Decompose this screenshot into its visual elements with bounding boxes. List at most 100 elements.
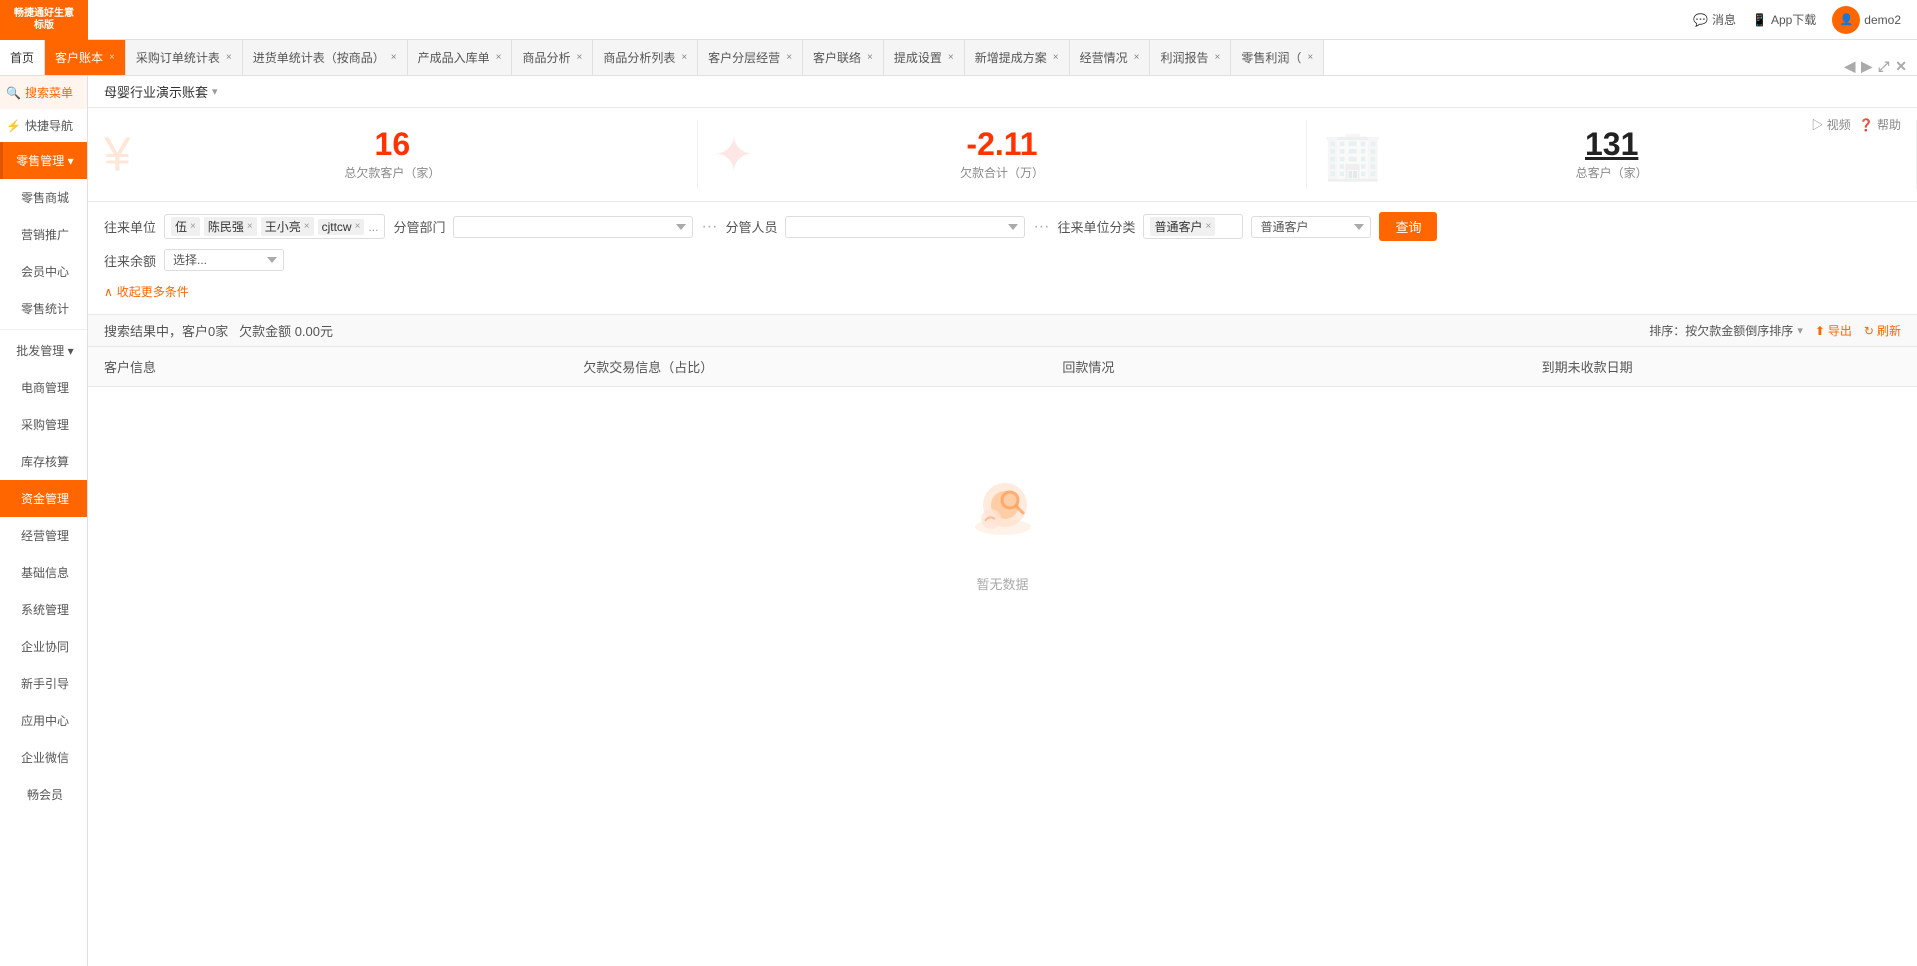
tab-close-product-inbound[interactable]: ×	[496, 52, 502, 63]
logo-area: 畅捷通好生意 标版	[0, 0, 88, 40]
person-filter-dots[interactable]: ···	[1033, 218, 1049, 236]
tab-promote-settings[interactable]: 提成设置 ×	[884, 40, 965, 75]
tab-close-retail-profit[interactable]: ×	[1307, 52, 1313, 63]
video-btn[interactable]: ▷ 视频	[1811, 116, 1850, 133]
sort-btn[interactable]: 排序：按欠款金额倒序排序 ▾	[1649, 322, 1803, 339]
sidebar-label-newbie: 新手引导	[21, 677, 69, 691]
tag-close-chen[interactable]: ×	[247, 221, 253, 232]
tab-close-promote-settings[interactable]: ×	[948, 52, 954, 63]
unit-class-tag-label: 普通客户	[1154, 218, 1202, 235]
tab-close-all-btn[interactable]: ✕	[1893, 58, 1909, 75]
tab-product-analysis[interactable]: 商品分析 ×	[512, 40, 593, 75]
unit-tag-cjttcw[interactable]: cjttcw ×	[318, 219, 365, 235]
account-dropdown[interactable]: 母婴行业演示账套 ▾	[104, 82, 218, 101]
tab-close-customer-tier[interactable]: ×	[786, 52, 792, 63]
tab-customer-tier[interactable]: 客户分层经营 ×	[698, 40, 803, 75]
unit-class-tag-group[interactable]: 普通客户 ×	[1143, 214, 1243, 239]
dept-filter-dots[interactable]: ···	[701, 218, 717, 236]
app-header-right: 💬 消息 📱 App下载 👤 demo2	[88, 0, 1917, 40]
tab-business-status[interactable]: 经营情况 ×	[1070, 40, 1151, 75]
sidebar-item-purchase[interactable]: 采购管理	[0, 406, 87, 443]
unit-tag-wu[interactable]: 伍 ×	[171, 217, 200, 236]
sidebar-item-retail-stats[interactable]: 零售统计	[0, 290, 87, 327]
sidebar-item-basic-info[interactable]: 基础信息	[0, 554, 87, 591]
tab-close-inbound-stats[interactable]: ×	[391, 52, 397, 63]
sidebar-item-enterprise[interactable]: 企业协同	[0, 628, 87, 665]
export-icon: ⬆	[1815, 324, 1825, 338]
person-filter-label: 分管人员	[725, 217, 777, 236]
sidebar-item-retail-mall[interactable]: 零售商城	[0, 179, 87, 216]
tab-close-business-status[interactable]: ×	[1134, 52, 1140, 63]
tag-close-wu[interactable]: ×	[190, 221, 196, 232]
sidebar-item-apps[interactable]: 应用中心	[0, 702, 87, 739]
app-download-label: App下载	[1771, 11, 1816, 28]
refresh-label: 刷新	[1877, 322, 1901, 339]
chevron-icon-retail: ▾	[68, 154, 74, 168]
tab-product-analysis-list[interactable]: 商品分析列表 ×	[593, 40, 698, 75]
collapse-filters-btn[interactable]: ∧ 收起更多条件	[104, 279, 1901, 304]
unit-tag-chen[interactable]: 陈民强 ×	[204, 217, 257, 236]
tab-customer-contact[interactable]: 客户联络 ×	[803, 40, 884, 75]
sidebar-item-system[interactable]: 系统管理	[0, 591, 87, 628]
sidebar-item-retail[interactable]: 零售管理 ▾	[0, 142, 87, 179]
dept-select[interactable]	[453, 216, 693, 238]
tab-expand-btn[interactable]: ⤢	[1876, 58, 1891, 75]
sidebar: 🔍 搜索菜单 ⚡ 快捷导航 零售管理 ▾ 零售商城 营销推广 会员中心 零售统计…	[0, 76, 88, 966]
tab-retail-profit[interactable]: 零售利润（ ×	[1231, 40, 1324, 75]
tab-close-customer-contact[interactable]: ×	[867, 52, 873, 63]
sidebar-label-ecommerce: 电商管理	[21, 381, 69, 395]
tab-product-inbound[interactable]: 产成品入库单 ×	[408, 40, 513, 75]
user-avatar-btn[interactable]: 👤 demo2	[1832, 6, 1901, 34]
unit-tag-wang[interactable]: 王小亮 ×	[261, 217, 314, 236]
tab-prev-btn[interactable]: ◀	[1843, 58, 1858, 75]
tag-close-cjttcw[interactable]: ×	[355, 221, 361, 232]
sidebar-item-capital[interactable]: 资金管理	[0, 480, 87, 517]
tab-close-new-promote-plan[interactable]: ×	[1053, 52, 1059, 63]
unit-class-select[interactable]: 普通客户	[1251, 216, 1371, 238]
tab-close-product-analysis[interactable]: ×	[576, 52, 582, 63]
sidebar-search[interactable]: 🔍 搜索菜单	[0, 76, 87, 109]
stat-top-right: ▷ 视频 ❓ 帮助	[1811, 116, 1901, 133]
tab-label-product-inbound: 产成品入库单	[418, 49, 490, 66]
tab-label-customer-capital: 客户账本	[55, 49, 103, 66]
refresh-btn[interactable]: ↻ 刷新	[1864, 322, 1901, 339]
sidebar-item-newbie[interactable]: 新手引导	[0, 665, 87, 702]
tag-close-wang[interactable]: ×	[304, 221, 310, 232]
tag-label-cjttcw: cjttcw	[322, 220, 352, 234]
unit-tag-group[interactable]: 伍 × 陈民强 × 王小亮 × cjttcw × ...	[164, 214, 385, 239]
tab-new-promote-plan[interactable]: 新增提成方案 ×	[965, 40, 1070, 75]
tab-profit-report[interactable]: 利润报告 ×	[1150, 40, 1231, 75]
sidebar-item-operations[interactable]: 经营管理	[0, 517, 87, 554]
sidebar-item-member[interactable]: 会员中心	[0, 253, 87, 290]
tab-home[interactable]: 首页	[0, 40, 45, 75]
tab-close-purchase-order[interactable]: ×	[226, 52, 232, 63]
person-select[interactable]	[785, 216, 1025, 238]
sidebar-item-batch[interactable]: 批发管理 ▾	[0, 332, 87, 369]
filter-tag-more[interactable]: ...	[368, 220, 378, 234]
sidebar-divider-1	[0, 329, 87, 330]
help-btn[interactable]: ❓ 帮助	[1859, 116, 1901, 133]
unit-filter-label: 往来单位	[104, 217, 156, 236]
tab-next-btn[interactable]: ▶	[1859, 58, 1874, 75]
tab-inbound-stats[interactable]: 进货单统计表（按商品） ×	[243, 40, 408, 75]
unit-class-tag-close[interactable]: ×	[1205, 221, 1211, 232]
unit-class-tag[interactable]: 普通客户 ×	[1150, 217, 1215, 236]
sidebar-item-inventory[interactable]: 库存核算	[0, 443, 87, 480]
debt-total-bg-icon: ✦	[714, 127, 754, 183]
balance-select[interactable]: 选择...	[164, 249, 284, 271]
sidebar-label-wechat: 企业微信	[21, 751, 69, 765]
tab-close-profit-report[interactable]: ×	[1214, 52, 1220, 63]
messages-btn[interactable]: 💬 消息	[1693, 11, 1736, 28]
sidebar-item-vip[interactable]: 畅会员	[0, 776, 87, 813]
tab-close-product-analysis-list[interactable]: ×	[681, 52, 687, 63]
tab-close-customer-capital[interactable]: ×	[109, 52, 115, 63]
sidebar-item-ecommerce[interactable]: 电商管理	[0, 369, 87, 406]
sidebar-quicknav[interactable]: ⚡ 快捷导航	[0, 109, 87, 142]
query-button[interactable]: 查询	[1379, 212, 1437, 241]
app-download-btn[interactable]: 📱 App下载	[1752, 11, 1816, 28]
export-btn[interactable]: ⬆ 导出	[1815, 322, 1852, 339]
tab-purchase-order[interactable]: 采购订单统计表 ×	[126, 40, 243, 75]
sidebar-item-wechat[interactable]: 企业微信	[0, 739, 87, 776]
tab-customer-capital[interactable]: 客户账本 ×	[45, 40, 126, 75]
sidebar-item-marketing[interactable]: 营销推广	[0, 216, 87, 253]
